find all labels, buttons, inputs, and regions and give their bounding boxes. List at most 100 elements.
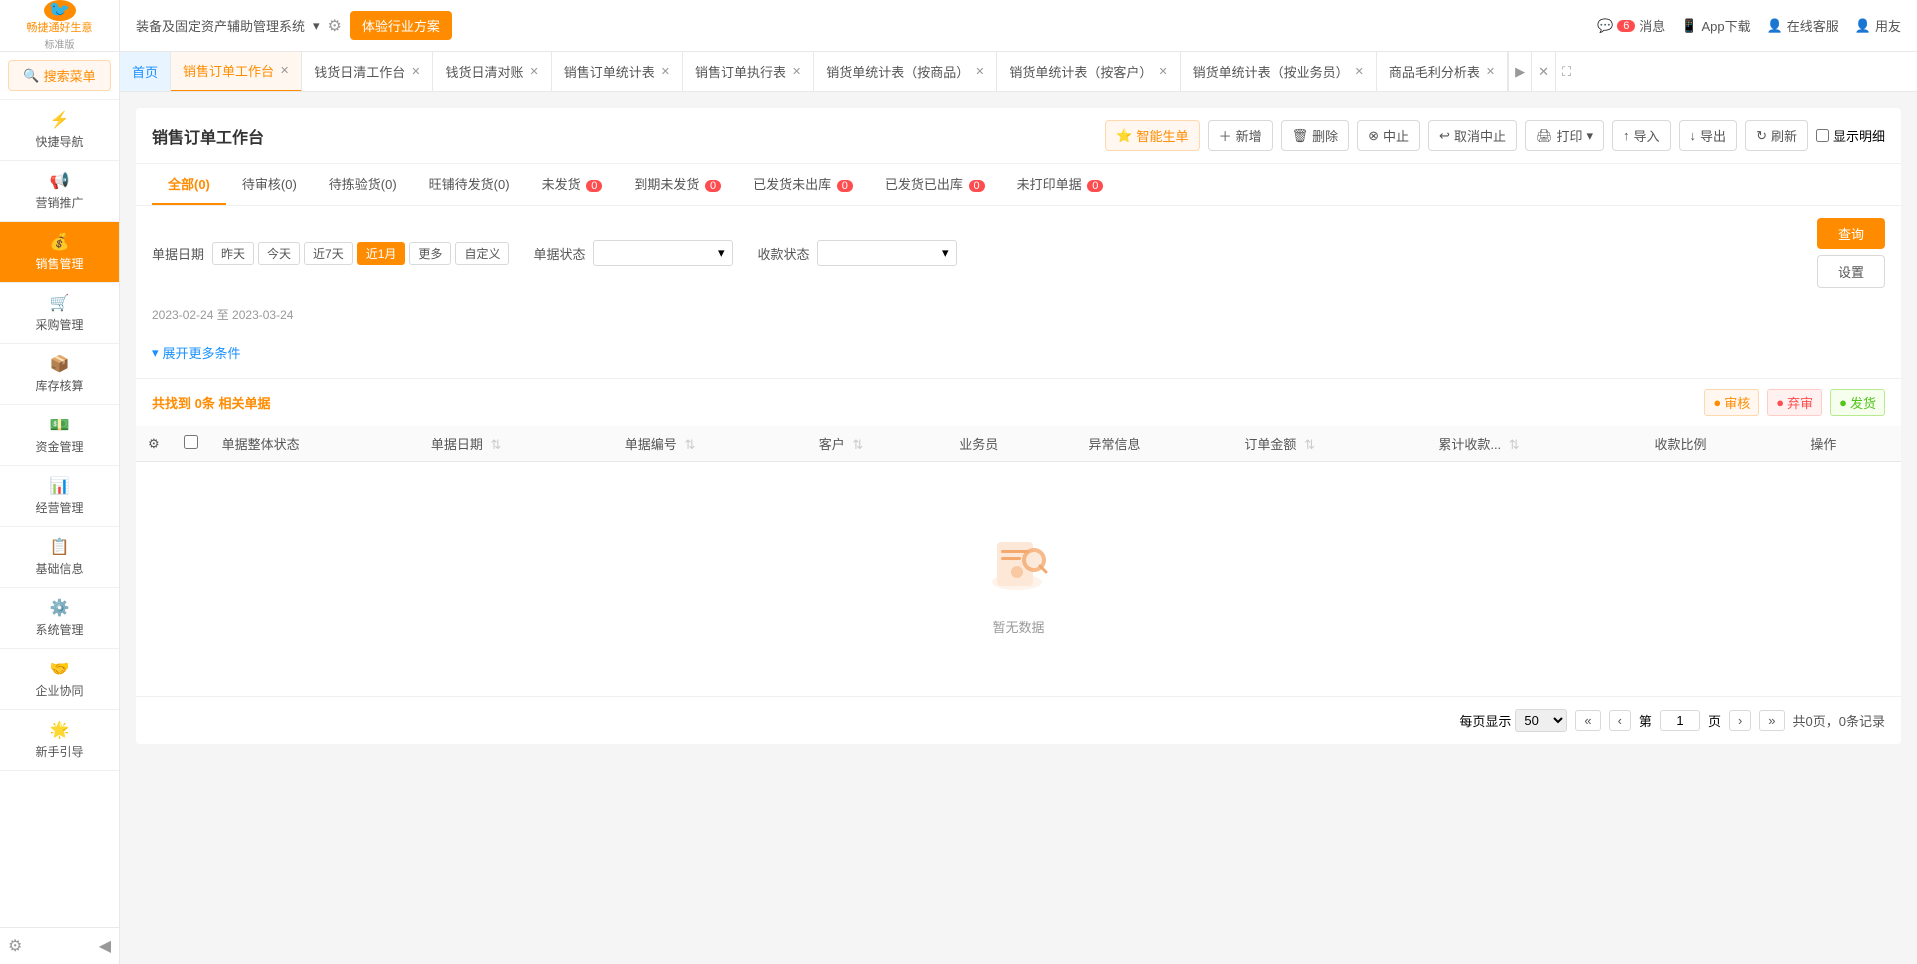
review-button[interactable]: ● 审核 bbox=[1704, 389, 1759, 416]
settings-icon[interactable]: ⚙ bbox=[8, 936, 22, 956]
sidebar-item-system[interactable]: ⚙️ 系统管理 bbox=[0, 588, 119, 649]
sub-tab-shipped-not-out[interactable]: 已发货未出库 0 bbox=[737, 164, 869, 205]
tab-home[interactable]: 首页 bbox=[120, 52, 171, 92]
col-actions: 操作 bbox=[1798, 426, 1901, 462]
sidebar-item-inventory[interactable]: 📦 库存核算 bbox=[0, 344, 119, 405]
last-page-btn[interactable]: » bbox=[1759, 710, 1784, 731]
sidebar-item-finance[interactable]: 💵 资金管理 bbox=[0, 405, 119, 466]
online-service-btn[interactable]: 👤 在线客服 bbox=[1767, 16, 1839, 35]
tab-sales-stat[interactable]: 销售订单统计表 ✕ bbox=[552, 52, 683, 92]
tab-sales-summary-customer-close[interactable]: ✕ bbox=[1158, 65, 1167, 78]
date-btn-custom[interactable]: 自定义 bbox=[455, 242, 509, 265]
sub-tab-pending-review[interactable]: 待审核(0) bbox=[226, 164, 313, 205]
tab-cash-daily[interactable]: 钱货日清工作台 ✕ bbox=[302, 52, 433, 92]
sidebar-item-purchase[interactable]: 🛒 采购管理 bbox=[0, 283, 119, 344]
tab-product-margin[interactable]: 商品毛利分析表 ✕ bbox=[1377, 52, 1508, 92]
tab-cash-daily-close[interactable]: ✕ bbox=[411, 65, 420, 78]
smart-create-button[interactable]: ⭐ 智能生单 bbox=[1105, 120, 1199, 151]
user-btn[interactable]: 👤 用友 bbox=[1855, 16, 1901, 35]
service-label: 在线客服 bbox=[1787, 16, 1839, 35]
tab-cash-reconcile-close[interactable]: ✕ bbox=[530, 65, 539, 78]
tab-sales-summary-product-close[interactable]: ✕ bbox=[975, 65, 984, 78]
delete-button[interactable]: 🗑 删除 bbox=[1281, 120, 1350, 151]
next-page-btn[interactable]: › bbox=[1729, 710, 1751, 731]
col-number[interactable]: 单据编号 ⇅ bbox=[613, 426, 807, 462]
col-customer[interactable]: 客户 ⇅ bbox=[807, 426, 948, 462]
tab-sales-exec[interactable]: 销售订单执行表 ✕ bbox=[683, 52, 814, 92]
tab-sales-summary-customer[interactable]: 销货单统计表（按客户） ✕ bbox=[997, 52, 1180, 92]
collapse-icon[interactable]: ◀ bbox=[99, 936, 111, 956]
trial-button[interactable]: 体验行业方案 bbox=[350, 11, 452, 40]
sub-tab-overdue-unshipped-label: 到期未发货 bbox=[634, 177, 699, 192]
status-select[interactable]: ▾ bbox=[593, 240, 733, 266]
payment-select[interactable]: ▾ bbox=[817, 240, 957, 266]
tab-cash-daily-label: 钱货日清工作台 bbox=[314, 62, 405, 81]
system-title-dropdown[interactable]: ▾ bbox=[313, 18, 320, 34]
sub-tab-all[interactable]: 全部(0) bbox=[152, 164, 226, 205]
message-btn[interactable]: 💬 6 消息 bbox=[1597, 16, 1665, 35]
sidebar-item-sales[interactable]: 💰 销售管理 bbox=[0, 222, 119, 283]
sidebar-item-quick-nav[interactable]: ⚡ 快捷导航 bbox=[0, 100, 119, 161]
tabs-bar: 首页 销售订单工作台 ✕ 钱货日清工作台 ✕ 钱货日清对账 ✕ 销售订单统计表 … bbox=[120, 52, 1917, 92]
print-button[interactable]: 🖨 打印 ▾ bbox=[1525, 120, 1604, 151]
search-menu-button[interactable]: 🔍 搜索菜单 bbox=[8, 60, 111, 91]
empty-icon bbox=[979, 522, 1059, 605]
expand-filter-btn[interactable]: ▾ 展开更多条件 bbox=[152, 339, 241, 366]
show-detail-checkbox[interactable] bbox=[1816, 129, 1829, 142]
export-button[interactable]: ↓ 导出 bbox=[1679, 120, 1738, 151]
cancel-review-button[interactable]: ● 弃审 bbox=[1767, 389, 1822, 416]
sub-tab-unshipped[interactable]: 未发货 0 bbox=[526, 164, 619, 205]
tab-sales-summary-product[interactable]: 销货单统计表（按商品） ✕ bbox=[814, 52, 997, 92]
col-date[interactable]: 单据日期 ⇅ bbox=[419, 426, 613, 462]
col-salesperson[interactable]: 业务员 bbox=[947, 426, 1076, 462]
sub-tab-shipped-out[interactable]: 已发货已出库 0 bbox=[869, 164, 1001, 205]
select-all-checkbox[interactable] bbox=[184, 435, 198, 449]
tab-cash-reconcile[interactable]: 钱货日清对账 ✕ bbox=[433, 52, 551, 92]
col-collected[interactable]: 累计收款... ⇅ bbox=[1426, 426, 1642, 462]
tab-sales-stat-close[interactable]: ✕ bbox=[661, 65, 670, 78]
sidebar-item-basic-info[interactable]: 📋 基础信息 bbox=[0, 527, 119, 588]
date-btn-last7[interactable]: 近7天 bbox=[304, 242, 353, 265]
page-header: 销售订单工作台 ⭐ 智能生单 ＋ 新增 🗑 删除 ⊗ bbox=[136, 108, 1901, 164]
sidebar-item-operations[interactable]: 📊 经营管理 bbox=[0, 466, 119, 527]
sub-tab-not-printed[interactable]: 未打印单据 0 bbox=[1001, 164, 1120, 205]
import-button[interactable]: ↑ 导入 bbox=[1612, 120, 1671, 151]
tab-sales-exec-close[interactable]: ✕ bbox=[792, 65, 801, 78]
sidebar-item-marketing[interactable]: 📢 营销推广 bbox=[0, 161, 119, 222]
sub-tab-overdue-unshipped[interactable]: 到期未发货 0 bbox=[618, 164, 737, 205]
tab-product-margin-close[interactable]: ✕ bbox=[1486, 65, 1495, 78]
setting-button[interactable]: 设置 bbox=[1817, 255, 1885, 288]
tab-sales-summary-staff-close[interactable]: ✕ bbox=[1355, 65, 1364, 78]
tabs-maximize[interactable]: ⛶ bbox=[1555, 52, 1577, 92]
col-amount[interactable]: 订单金额 ⇅ bbox=[1232, 426, 1426, 462]
show-detail-checkbox-label[interactable]: 显示明细 bbox=[1816, 126, 1885, 145]
header-gear-icon[interactable]: ⚙ bbox=[328, 16, 342, 36]
app-download-btn[interactable]: 📱 App下载 bbox=[1681, 16, 1750, 35]
ship-button[interactable]: ● 发货 bbox=[1830, 389, 1885, 416]
first-page-btn[interactable]: « bbox=[1575, 710, 1600, 731]
sub-tab-pending-inspect[interactable]: 待拣验货(0) bbox=[313, 164, 413, 205]
add-button[interactable]: ＋ 新增 bbox=[1208, 120, 1273, 151]
refresh-button[interactable]: ↻ 刷新 bbox=[1745, 120, 1808, 151]
tab-sales-workbench[interactable]: 销售订单工作台 ✕ bbox=[171, 52, 302, 92]
cancel-suspend-button[interactable]: ↩ 取消中止 bbox=[1428, 120, 1517, 151]
settings-col-icon[interactable]: ⚙ bbox=[148, 436, 160, 451]
sales-label: 销售管理 bbox=[35, 255, 83, 272]
tab-sales-workbench-close[interactable]: ✕ bbox=[280, 64, 289, 77]
tabs-scroll-right[interactable]: ▶ bbox=[1508, 52, 1531, 92]
page-size-select[interactable]: 50 20 100 bbox=[1515, 709, 1567, 732]
sidebar-item-enterprise[interactable]: 🤝 企业协同 bbox=[0, 649, 119, 710]
prev-page-btn[interactable]: ‹ bbox=[1609, 710, 1631, 731]
date-btn-last1month[interactable]: 近1月 bbox=[357, 242, 406, 265]
query-button[interactable]: 查询 bbox=[1817, 218, 1885, 249]
date-btn-more[interactable]: 更多 bbox=[409, 242, 451, 265]
suspend-button[interactable]: ⊗ 中止 bbox=[1357, 120, 1420, 151]
tab-sales-summary-staff[interactable]: 销货单统计表（按业务员） ✕ bbox=[1181, 52, 1377, 92]
date-btn-today[interactable]: 今天 bbox=[258, 242, 300, 265]
tabs-close-all[interactable]: ✕ bbox=[1531, 52, 1555, 92]
pagination: 每页显示 50 20 100 « ‹ 第 页 › » 共0页，0条记录 bbox=[136, 696, 1901, 744]
sub-tab-wangpu[interactable]: 旺铺待发货(0) bbox=[413, 164, 526, 205]
page-number-input[interactable] bbox=[1660, 710, 1700, 731]
sidebar-item-guide[interactable]: 🌟 新手引导 bbox=[0, 710, 119, 771]
date-btn-yesterday[interactable]: 昨天 bbox=[212, 242, 254, 265]
